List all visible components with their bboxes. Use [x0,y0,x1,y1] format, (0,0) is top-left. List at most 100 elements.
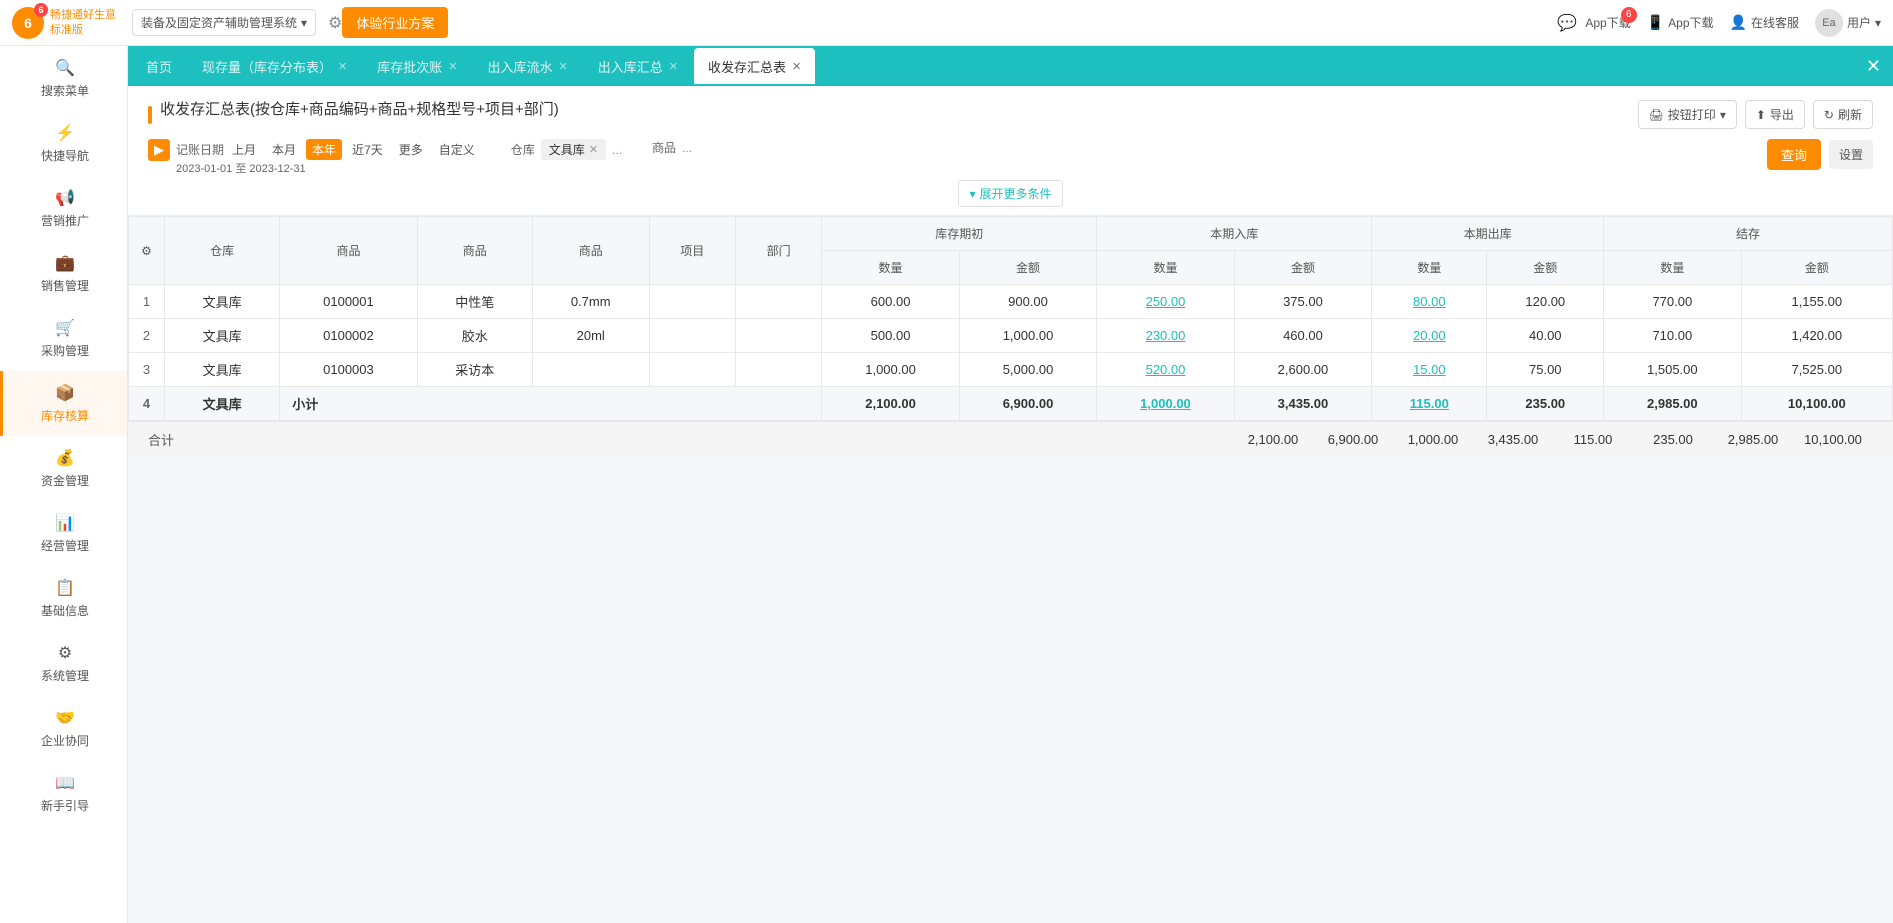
col-out-qty-header: 数量 [1372,251,1487,285]
user-avatar: Ea [1815,9,1843,37]
row3-out-amt: 75.00 [1487,353,1604,387]
date-btn-this-month[interactable]: 本月 [266,139,302,160]
date-btn-last-month[interactable]: 上月 [226,139,262,160]
tab-close-inout-summary[interactable]: ✕ [669,60,678,73]
date-btn-this-year[interactable]: 本年 [306,139,342,160]
date-filter-label: 记账日期 [176,141,224,158]
refresh-button[interactable]: ↻ 刷新 [1813,100,1873,129]
sidebar-item-finance[interactable]: 💰 资金管理 [0,436,127,501]
row1-in-qty[interactable]: 250.00 [1097,285,1234,319]
marketing-icon: 📢 [55,188,75,208]
app-download-item[interactable]: 📱 App下载 [1647,14,1714,31]
date-btn-7days[interactable]: 近7天 [346,139,389,160]
settings-button[interactable]: 设置 [1829,140,1873,169]
logo-badge: 6 [34,3,48,17]
finance-icon: 💰 [55,448,75,468]
search-icon: 🔍 [55,58,75,78]
sidebar-item-system[interactable]: ⚙ 系统管理 [0,631,127,696]
tab-bar-close[interactable]: ✕ [1858,56,1889,77]
sidebar-item-operations[interactable]: 📊 经营管理 [0,501,127,566]
sidebar-item-quick[interactable]: ⚡ 快捷导航 [0,111,127,176]
sidebar-item-search[interactable]: 🔍 搜索菜单 [0,46,127,111]
sidebar-item-inventory[interactable]: 📦 库存核算 [0,371,127,436]
online-service-item[interactable]: 👤 在线客服 [1730,14,1799,31]
row2-goods-code: 0100002 [280,319,418,353]
warehouse-tag-close[interactable]: ✕ [589,143,598,156]
col-goods-name-header: 商品 [417,217,532,285]
total-label: 合计 [148,430,248,449]
subtotal-label: 小计 [280,387,822,421]
tab-inout-summary[interactable]: 出入库汇总 ✕ [584,48,692,84]
expand-more-conditions[interactable]: ▾ 展开更多条件 [958,180,1062,207]
row2-in-amt: 460.00 [1234,319,1371,353]
data-table: ⚙ 仓库 商品 商品 商品 项目 部门 库存期初 本期入库 本期出库 [128,216,1893,421]
row3-balance-qty: 1,505.00 [1604,353,1741,387]
tab-inout-flow[interactable]: 出入库流水 ✕ [473,48,581,84]
user-dropdown-icon: ▾ [1875,16,1881,30]
col-balance-qty-header: 数量 [1604,251,1741,285]
service-icon: 👤 [1730,14,1747,31]
warehouse-more-btn[interactable]: ... [612,143,622,157]
col-in-amt-header: 金额 [1234,251,1371,285]
app-logo: 6 6 畅捷通好生意 标准版 [12,7,116,39]
tab-close-batch[interactable]: ✕ [448,60,457,73]
sidebar-item-sales[interactable]: 💼 销售管理 [0,241,127,306]
subtotal-row: 4 文具库 小计 2,100.00 6,900.00 1,000.00 3,43… [129,387,1893,421]
row1-balance-qty: 770.00 [1604,285,1741,319]
row3-in-qty[interactable]: 520.00 [1097,353,1234,387]
col-dept-header: 部门 [735,217,821,285]
sidebar-item-purchase[interactable]: 🛒 采购管理 [0,306,127,371]
subtotal-out-qty[interactable]: 115.00 [1372,387,1487,421]
tab-close-inout-flow[interactable]: ✕ [559,60,568,73]
col-in-qty-header: 数量 [1097,251,1234,285]
sidebar-item-base[interactable]: 📋 基础信息 [0,566,127,631]
row2-goods-name: 胶水 [417,319,532,353]
sidebar-item-marketing[interactable]: 📢 营销推广 [0,176,127,241]
user-item[interactable]: Ea 用户 ▾ [1815,9,1881,37]
table-row: 1 文具库 0100001 中性笔 0.7mm 600.00 900.00 [129,285,1893,319]
page-indicator [148,106,152,124]
row2-out-qty[interactable]: 20.00 [1372,319,1487,353]
query-button[interactable]: 查询 [1767,139,1821,170]
col-warehouse-header: 仓库 [165,217,280,285]
settings-gear[interactable]: ⚙ [328,13,342,33]
page-header: 收发存汇总表(按仓库+商品编码+商品+规格型号+项目+部门) 🖨 按钮打印 ▾ … [128,86,1893,216]
tab-close-stock-dist[interactable]: ✕ [338,60,347,73]
subtotal-in-qty[interactable]: 1,000.00 [1097,387,1234,421]
purchase-icon: 🛒 [55,318,75,338]
top-actions: 💬 App下载 6 📱 App下载 👤 在线客服 Ea 用户 ▾ [1557,9,1881,37]
page-wrapper: 收发存汇总表(按仓库+商品编码+商品+规格型号+项目+部门) 🖨 按钮打印 ▾ … [128,86,1893,421]
date-btn-more[interactable]: 更多 [393,139,429,160]
subtotal-warehouse: 文具库 [165,387,280,421]
sidebar-item-guide[interactable]: 📖 新手引导 [0,761,127,826]
tab-recv-send[interactable]: 收发存汇总表 ✕ [694,48,815,84]
table-row: 3 文具库 0100003 采访本 1,000.00 5,000.00 [129,353,1893,387]
goods-more-btn[interactable]: ... [682,141,692,155]
top-bar: 6 6 畅捷通好生意 标准版 装备及固定资产辅助管理系统 ▾ ⚙ 体验行业方案 … [0,0,1893,46]
subtotal-num: 4 [129,387,165,421]
base-icon: 📋 [55,578,75,598]
date-btn-custom[interactable]: 自定义 [433,139,481,160]
print-button[interactable]: 🖨 按钮打印 ▾ [1638,100,1737,129]
col-balance-amt-header: 金额 [1741,251,1892,285]
tab-batch[interactable]: 库存批次账 ✕ [363,48,471,84]
tab-stock-dist[interactable]: 现存量（库存分布表） ✕ [188,48,361,84]
col-settings-header[interactable]: ⚙ [129,217,165,285]
try-industry-button[interactable]: 体验行业方案 [342,7,448,38]
row3-in-amt: 2,600.00 [1234,353,1371,387]
tab-home[interactable]: 首页 [132,48,186,84]
table-container: ⚙ 仓库 商品 商品 商品 项目 部门 库存期初 本期入库 本期出库 [128,216,1893,421]
row3-dept [735,353,821,387]
sys-selector[interactable]: 装备及固定资产辅助管理系统 ▾ [132,9,316,36]
total-balance-amt: 10,100.00 [1793,432,1873,447]
row3-out-qty[interactable]: 15.00 [1372,353,1487,387]
sidebar-item-enterprise[interactable]: 🤝 企业协同 [0,696,127,761]
filter-toggle-button[interactable]: ▶ [148,139,170,161]
tab-close-recv-send[interactable]: ✕ [792,60,801,73]
notification-item[interactable]: 💬 App下载 6 [1557,13,1630,33]
subtotal-in-amt: 3,435.00 [1234,387,1371,421]
row2-in-qty[interactable]: 230.00 [1097,319,1234,353]
row1-out-qty[interactable]: 80.00 [1372,285,1487,319]
export-button[interactable]: ⬆ 导出 [1745,100,1805,129]
total-values: 2,100.00 6,900.00 1,000.00 3,435.00 115.… [248,432,1873,447]
